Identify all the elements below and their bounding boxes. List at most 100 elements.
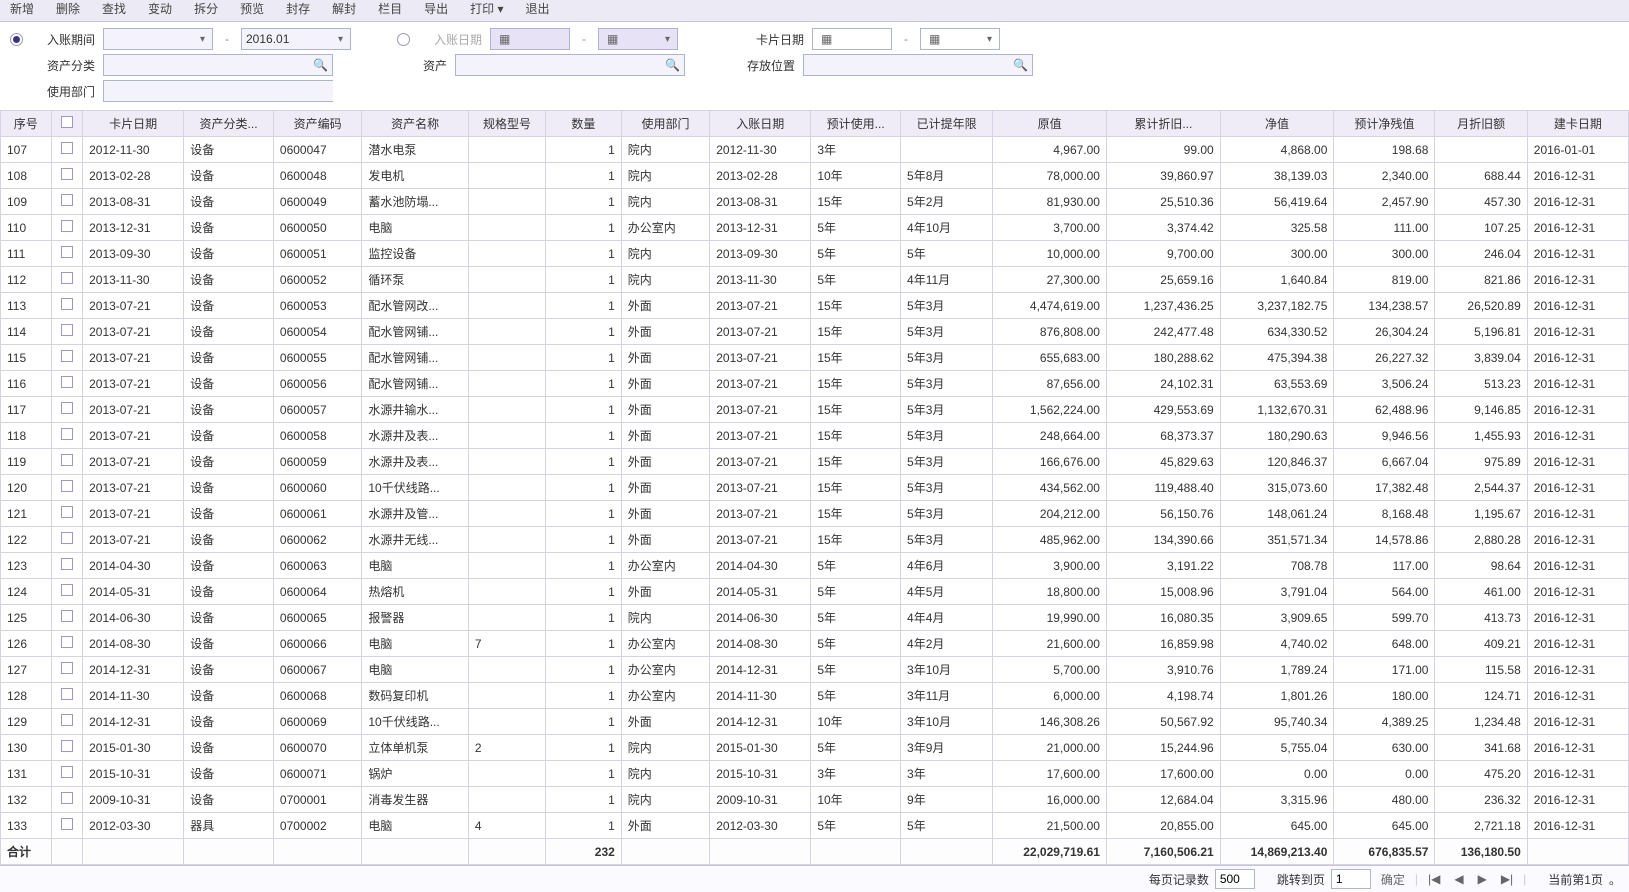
row-checkbox[interactable] xyxy=(61,428,73,440)
row-checkbox[interactable] xyxy=(61,792,73,804)
table-row[interactable]: 1242014-05-31设备0600064热熔机1外面2014-05-315年… xyxy=(1,579,1629,605)
chevron-down-icon[interactable]: ▾ xyxy=(335,34,346,45)
col-header[interactable]: 已计提年限 xyxy=(901,111,993,137)
row-checkbox[interactable] xyxy=(61,610,73,622)
row-checkbox[interactable] xyxy=(61,168,73,180)
row-checkbox[interactable] xyxy=(61,350,73,362)
table-row[interactable]: 1322009-10-31设备0700001消毒发生器1院内2009-10-31… xyxy=(1,787,1629,813)
table-row[interactable]: 1292014-12-31设备060006910千伏线路...1外面2014-1… xyxy=(1,709,1629,735)
table-row[interactable]: 1282014-11-30设备0600068数码复印机1办公室内2014-11-… xyxy=(1,683,1629,709)
per-page-input[interactable] xyxy=(1215,869,1255,889)
table-row[interactable]: 1202013-07-21设备060006010千伏线路...1外面2013-0… xyxy=(1,475,1629,501)
row-checkbox[interactable] xyxy=(61,376,73,388)
table-row[interactable]: 1182013-07-21设备0600058水源井及表...1外面2013-07… xyxy=(1,423,1629,449)
col-header[interactable]: 数量 xyxy=(546,111,622,137)
card-date-from[interactable]: ▦ xyxy=(812,28,892,50)
row-checkbox[interactable] xyxy=(61,402,73,414)
table-row[interactable]: 1272014-12-31设备0600067电脑1办公室内2014-12-315… xyxy=(1,657,1629,683)
table-row[interactable]: 1222013-07-21设备0600062水源井无线...1外面2013-07… xyxy=(1,527,1629,553)
row-checkbox[interactable] xyxy=(61,298,73,310)
row-checkbox[interactable] xyxy=(61,558,73,570)
toolbar-退出[interactable]: 退出 xyxy=(524,0,552,17)
row-checkbox[interactable] xyxy=(61,818,73,830)
toolbar-导出[interactable]: 导出 xyxy=(422,0,450,17)
row-checkbox[interactable] xyxy=(61,454,73,466)
table-row[interactable]: 1302015-01-30设备0600070立体单机泵21院内2015-01-3… xyxy=(1,735,1629,761)
col-header[interactable]: 月折旧额 xyxy=(1435,111,1527,137)
confirm-button[interactable]: 确定 xyxy=(1377,871,1409,888)
table-row[interactable]: 1092013-08-31设备0600049蓄水池防塌...1院内2013-08… xyxy=(1,189,1629,215)
asset-class-input[interactable]: 🔍 xyxy=(103,54,333,76)
col-header[interactable]: 预计净残值 xyxy=(1334,111,1435,137)
table-row[interactable]: 1132013-07-21设备0600053配水管网改...1外面2013-07… xyxy=(1,293,1629,319)
table-row[interactable]: 1252014-06-30设备0600065报警器1院内2014-06-305年… xyxy=(1,605,1629,631)
table-row[interactable]: 1172013-07-21设备0600057水源井输水...1外面2013-07… xyxy=(1,397,1629,423)
table-row[interactable]: 1312015-10-31设备0600071锅炉1院内2015-10-313年3… xyxy=(1,761,1629,787)
col-header[interactable]: 卡片日期 xyxy=(83,111,184,137)
prev-page-icon[interactable]: ◀ xyxy=(1450,872,1467,886)
row-checkbox[interactable] xyxy=(61,662,73,674)
next-page-icon[interactable]: ▶ xyxy=(1474,872,1491,886)
toolbar-打印[interactable]: 打印 ▾ xyxy=(468,0,505,17)
col-header[interactable]: 资产编码 xyxy=(273,111,361,137)
col-header[interactable]: 预计使用... xyxy=(811,111,901,137)
col-header[interactable]: 资产分类... xyxy=(184,111,274,137)
col-header[interactable]: 建卡日期 xyxy=(1527,111,1628,137)
table-row[interactable]: 1232014-04-30设备0600063电脑1办公室内2014-04-305… xyxy=(1,553,1629,579)
row-checkbox[interactable] xyxy=(61,766,73,778)
col-header[interactable]: 使用部门 xyxy=(621,111,709,137)
col-header[interactable]: 序号 xyxy=(1,111,52,137)
search-icon[interactable]: 🔍 xyxy=(665,58,680,72)
location-input[interactable]: 🔍 xyxy=(803,54,1033,76)
radio-entry-date[interactable] xyxy=(397,33,410,46)
col-header[interactable]: 累计折旧... xyxy=(1106,111,1220,137)
table-row[interactable]: 1112013-09-30设备0600051监控设备1院内2013-09-305… xyxy=(1,241,1629,267)
toolbar-预览[interactable]: 预览 xyxy=(238,0,266,17)
table-row[interactable]: 1122013-11-30设备0600052循环泵1院内2013-11-305年… xyxy=(1,267,1629,293)
row-checkbox[interactable] xyxy=(61,194,73,206)
table-row[interactable]: 1142013-07-21设备0600054配水管网铺...1外面2013-07… xyxy=(1,319,1629,345)
search-icon[interactable]: 🔍 xyxy=(313,58,328,72)
row-checkbox[interactable] xyxy=(61,480,73,492)
table-row[interactable]: 1192013-07-21设备0600059水源井及表...1外面2013-07… xyxy=(1,449,1629,475)
table-row[interactable]: 1212013-07-21设备0600061水源井及管...1外面2013-07… xyxy=(1,501,1629,527)
col-header[interactable] xyxy=(51,111,83,137)
card-date-to[interactable]: ▦▾ xyxy=(920,28,1000,50)
toolbar-拆分[interactable]: 拆分 xyxy=(192,0,220,17)
toolbar-解封[interactable]: 解封 xyxy=(330,0,358,17)
toolbar-查找[interactable]: 查找 xyxy=(100,0,128,17)
chevron-down-icon[interactable]: ▾ xyxy=(984,34,995,45)
asset-input[interactable]: 🔍 xyxy=(455,54,685,76)
toolbar-栏目[interactable]: 栏目 xyxy=(376,0,404,17)
col-header[interactable]: 资产名称 xyxy=(362,111,469,137)
calendar-icon[interactable]: ▦ xyxy=(929,32,940,46)
col-header[interactable]: 净值 xyxy=(1220,111,1334,137)
toolbar-封存[interactable]: 封存 xyxy=(284,0,312,17)
chevron-down-icon[interactable]: ▾ xyxy=(197,34,208,45)
row-checkbox[interactable] xyxy=(61,272,73,284)
table-row[interactable]: 1082013-02-28设备0600048发电机1院内2013-02-2810… xyxy=(1,163,1629,189)
row-checkbox[interactable] xyxy=(61,324,73,336)
row-checkbox[interactable] xyxy=(61,688,73,700)
row-checkbox[interactable] xyxy=(61,220,73,232)
first-page-icon[interactable]: |◀ xyxy=(1424,872,1444,886)
table-row[interactable]: 1262014-08-30设备0600066电脑71办公室内2014-08-30… xyxy=(1,631,1629,657)
calendar-icon[interactable]: ▦ xyxy=(821,32,832,46)
col-header[interactable]: 原值 xyxy=(993,111,1107,137)
last-page-icon[interactable]: ▶| xyxy=(1497,872,1517,886)
use-dept-input[interactable] xyxy=(103,80,333,102)
select-all-checkbox[interactable] xyxy=(61,116,73,128)
table-row[interactable]: 1102013-12-31设备0600050电脑1办公室内2013-12-315… xyxy=(1,215,1629,241)
col-header[interactable]: 入账日期 xyxy=(710,111,811,137)
search-icon[interactable]: 🔍 xyxy=(1013,58,1028,72)
table-row[interactable]: 1152013-07-21设备0600055配水管网铺...1外面2013-07… xyxy=(1,345,1629,371)
row-checkbox[interactable] xyxy=(61,532,73,544)
toolbar-新增[interactable]: 新增 xyxy=(8,0,36,17)
row-checkbox[interactable] xyxy=(61,714,73,726)
toolbar-变动[interactable]: 变动 xyxy=(146,0,174,17)
period-to-dropdown[interactable]: 2016.01▾ xyxy=(241,28,351,50)
radio-entry-period[interactable] xyxy=(10,33,23,46)
row-checkbox[interactable] xyxy=(61,584,73,596)
row-checkbox[interactable] xyxy=(61,506,73,518)
row-checkbox[interactable] xyxy=(61,246,73,258)
